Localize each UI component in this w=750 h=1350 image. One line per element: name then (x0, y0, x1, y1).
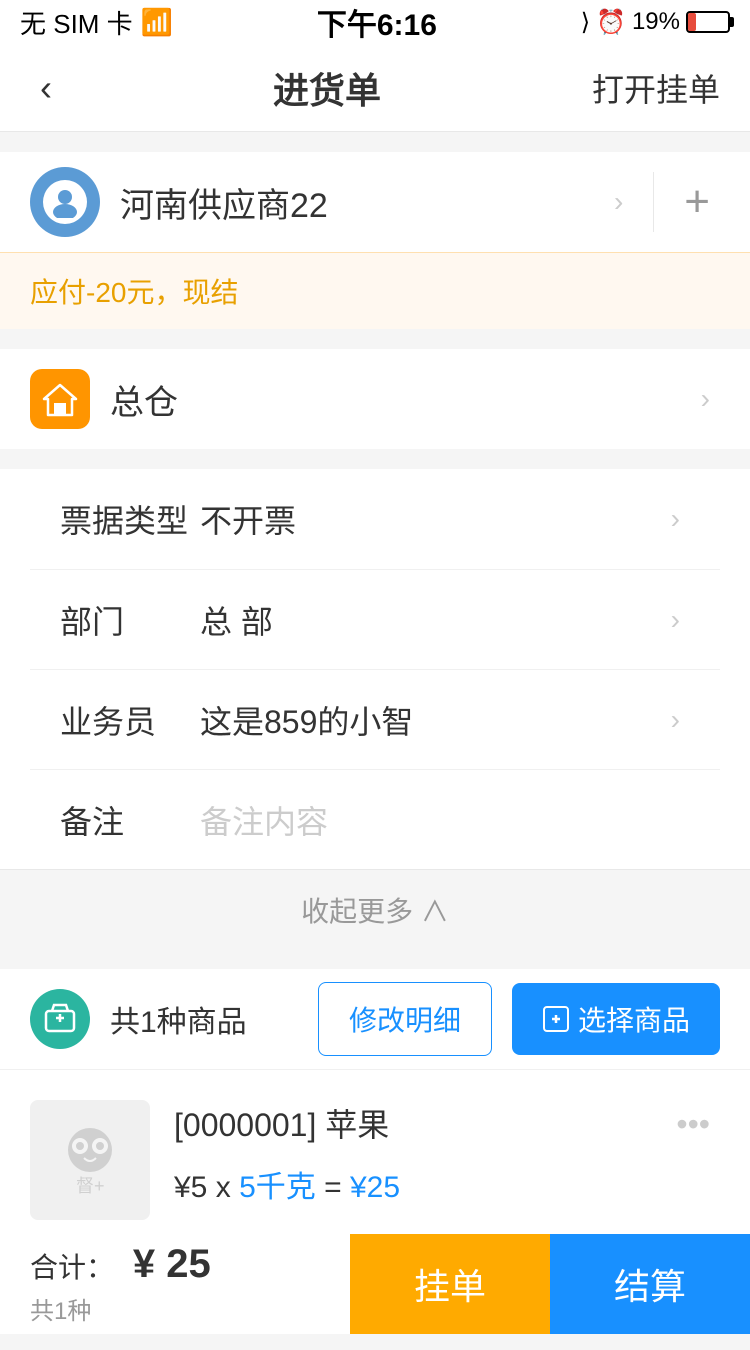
product-price-row: ¥5 x 5千克 = ¥25 (174, 1162, 666, 1206)
invoice-type-value: 不开票 (200, 496, 671, 542)
status-time: 下午6:16 (317, 0, 437, 44)
warehouse-name: 总仓 (110, 375, 701, 424)
section-gap-2 (0, 329, 750, 349)
product-total: ¥25 (350, 1171, 400, 1204)
remark-row[interactable]: 备注 备注内容 (30, 769, 720, 869)
product-item: 督+ [0000001] 苹果 ¥5 x 5千克 = ¥25 ••• (0, 1069, 750, 1250)
location-icon: ⟩ (581, 8, 590, 37)
person-icon (49, 186, 81, 218)
status-right: ⟩ ⏰ 19% (581, 8, 730, 37)
salesperson-value: 这是859的小智 (200, 697, 671, 743)
select-product-label: 选择商品 (578, 999, 690, 1039)
product-info: [0000001] 苹果 ¥5 x 5千克 = ¥25 (174, 1100, 666, 1206)
total-label: 合计： (30, 1252, 114, 1283)
department-value: 总 部 (200, 597, 671, 643)
supplier-row[interactable]: 河南供应商22 › + (0, 152, 750, 252)
warehouse-icon (30, 369, 90, 429)
product-qty: 5千克 (239, 1171, 316, 1204)
alarm-icon: ⏰ (596, 8, 626, 37)
select-product-icon (542, 1005, 570, 1033)
invoice-type-label: 票据类型 (60, 496, 200, 542)
product-more-button[interactable]: ••• (666, 1100, 720, 1149)
footer-total: 合计： ¥ 25 共1种 (0, 1242, 350, 1326)
collapse-text: 收起更多 ∧ (301, 890, 449, 930)
back-button[interactable]: ‹ (30, 57, 62, 119)
salesperson-chevron-icon: › (671, 704, 680, 736)
section-gap-1 (0, 132, 750, 152)
salesperson-label: 业务员 (60, 697, 200, 743)
product-display-name: 苹果 (325, 1107, 389, 1143)
product-name: [0000001] 苹果 (174, 1100, 666, 1146)
warning-banner: 应付-20元，现结 (0, 252, 750, 329)
supplier-name: 河南供应商22 (120, 178, 614, 227)
section-gap-3 (0, 449, 750, 469)
edit-detail-button[interactable]: 修改明细 (318, 982, 492, 1056)
form-section: 票据类型 不开票 › 部门 总 部 › 业务员 这是859的小智 › 备注 备注… (0, 469, 750, 869)
product-unit-price: ¥5 (174, 1171, 207, 1204)
product-multiply: x (216, 1171, 239, 1204)
invoice-type-row[interactable]: 票据类型 不开票 › (30, 469, 720, 569)
product-equals: = (324, 1171, 350, 1204)
open-pending-button[interactable]: 打开挂单 (592, 65, 720, 111)
status-bar: 无 SIM 卡 📶 下午6:16 ⟩ ⏰ 19% (0, 0, 750, 44)
products-header: 共1种商品 修改明细 选择商品 (0, 969, 750, 1069)
total-count: 共1种 (30, 1291, 320, 1326)
add-supplier-button[interactable]: + (674, 167, 720, 237)
battery-text: 19% (632, 8, 680, 36)
product-code: [0000001] (174, 1107, 316, 1143)
supplier-chevron-icon: › (614, 186, 623, 218)
invoice-type-chevron-icon: › (671, 503, 680, 535)
home-icon (42, 381, 78, 417)
collapse-row[interactable]: 收起更多 ∧ (0, 869, 750, 949)
carrier-text: 无 SIM 卡 (20, 4, 133, 41)
warehouse-row[interactable]: 总仓 › (0, 349, 750, 449)
cart-icon (42, 1001, 78, 1037)
department-label: 部门 (60, 597, 200, 643)
svg-text:督+: 督+ (76, 1176, 105, 1196)
section-gap-4 (0, 949, 750, 969)
status-left: 无 SIM 卡 📶 (20, 4, 173, 41)
department-chevron-icon: › (671, 604, 680, 636)
product-thumb-owl-icon: 督+ (50, 1120, 130, 1200)
products-count: 共1种商品 (110, 997, 318, 1041)
nav-bar: ‹ 进货单 打开挂单 (0, 44, 750, 132)
wifi-icon: 📶 (141, 7, 173, 38)
remark-placeholder: 备注内容 (200, 797, 690, 843)
warehouse-chevron-icon: › (701, 383, 710, 415)
products-icon (30, 989, 90, 1049)
supplier-avatar (30, 167, 100, 237)
remark-label: 备注 (60, 797, 200, 843)
avatar-inner (43, 180, 87, 224)
select-product-button[interactable]: 选择商品 (512, 983, 720, 1055)
checkout-button[interactable]: 结算 (550, 1234, 750, 1334)
page-title: 进货单 (273, 62, 381, 114)
supplier-divider (653, 172, 654, 232)
battery-icon (686, 11, 730, 33)
footer: 合计： ¥ 25 共1种 挂单 结算 (0, 1234, 750, 1334)
total-amount: ¥ 25 (133, 1242, 211, 1286)
product-thumbnail: 督+ (30, 1100, 150, 1220)
warning-text: 应付-20元，现结 (30, 277, 238, 308)
salesperson-row[interactable]: 业务员 这是859的小智 › (30, 669, 720, 769)
hang-order-button[interactable]: 挂单 (350, 1234, 550, 1334)
department-row[interactable]: 部门 总 部 › (30, 569, 720, 669)
